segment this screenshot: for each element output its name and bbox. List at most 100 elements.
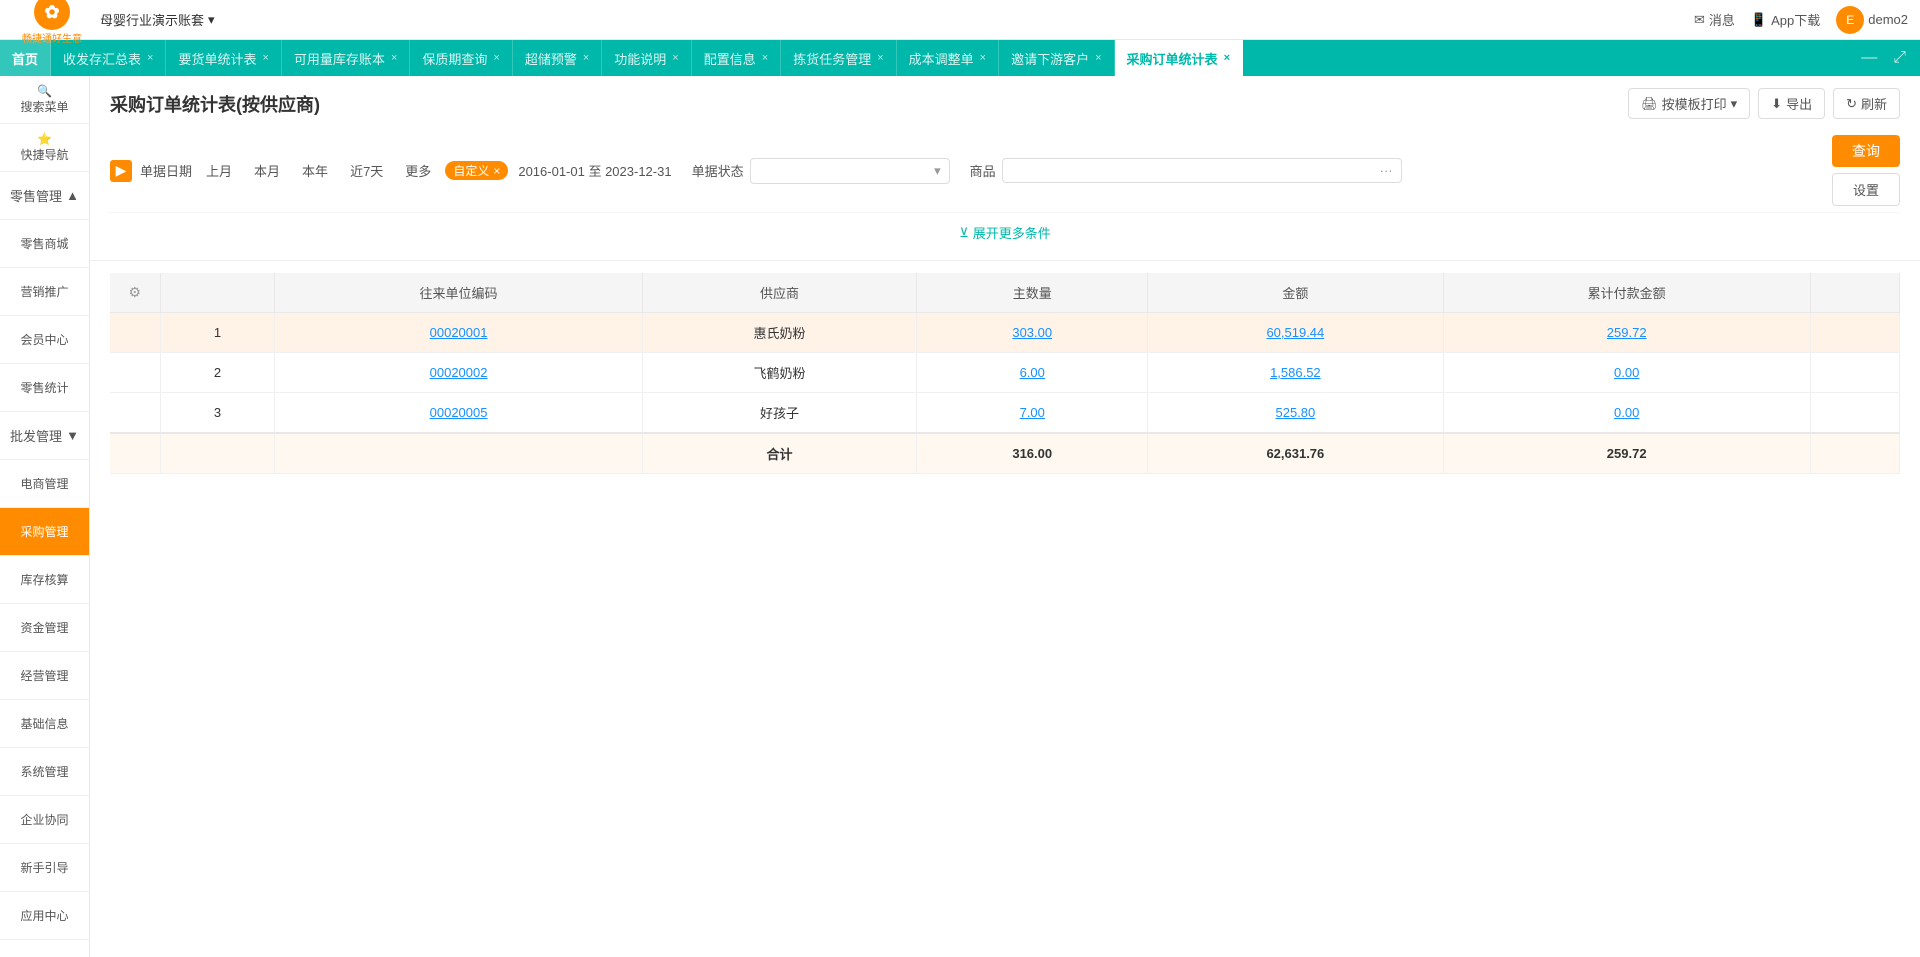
sidebar-item-ecommerce[interactable]: 电商管理 bbox=[0, 460, 89, 508]
close-tab-function-desc[interactable]: × bbox=[672, 52, 678, 64]
shortcut-this-month[interactable]: 本月 bbox=[246, 159, 288, 182]
workspace-label: 母婴行业演示账套 bbox=[100, 10, 204, 29]
cell-amount-1[interactable]: 60,519.44 bbox=[1148, 313, 1443, 353]
sidebar-item-batch-mgmt[interactable]: 批发管理 ▼ bbox=[0, 412, 89, 460]
print-btn[interactable]: 🖨 按模板打印 ▾ bbox=[1628, 88, 1750, 119]
close-tab-cost-adjust[interactable]: × bbox=[980, 52, 986, 64]
refresh-btn[interactable]: ↻ 刷新 bbox=[1833, 88, 1900, 119]
cell-main-qty-2[interactable]: 6.00 bbox=[917, 353, 1148, 393]
sidebar-item-new-guide[interactable]: 新手引导 bbox=[0, 844, 89, 892]
sidebar-item-enterprise-wechat[interactable]: 企业微信 bbox=[0, 940, 89, 957]
tab-purchase-stats-label: 采购订单统计表 bbox=[1127, 49, 1218, 68]
query-btn[interactable]: 查询 bbox=[1832, 135, 1900, 167]
filter-date-item: 单据日期 上月 本月 本年 近7天 更多 自定义 × 2016-01-01 至 … bbox=[140, 159, 672, 182]
sidebar-item-system-mgmt-label: 系统管理 bbox=[20, 763, 68, 780]
close-tab-overstock[interactable]: × bbox=[583, 52, 589, 64]
sidebar-item-retail-shop[interactable]: 零售商城 bbox=[0, 220, 89, 268]
logo-area: ✿ 畅捷通好生意 bbox=[12, 0, 92, 45]
sidebar-item-purchase-mgmt[interactable]: 采购管理 bbox=[0, 508, 89, 556]
sidebar-item-quick-nav[interactable]: ⭐ 快捷导航 bbox=[0, 124, 89, 172]
sidebar-item-inventory[interactable]: 库存核算 bbox=[0, 556, 89, 604]
cell-amount-2[interactable]: 1,586.52 bbox=[1148, 353, 1443, 393]
col-gear: ⚙ bbox=[110, 273, 160, 313]
shortcut-7-days[interactable]: 近7天 bbox=[342, 159, 391, 182]
gear-icon[interactable]: ⚙ bbox=[128, 284, 141, 300]
footer-cell-index bbox=[160, 433, 275, 474]
close-tab-purchase-stats[interactable]: × bbox=[1224, 52, 1230, 64]
custom-tag-close-icon[interactable]: × bbox=[493, 164, 500, 178]
sidebar-item-finance-label: 资金管理 bbox=[20, 619, 68, 636]
tab-available-stock[interactable]: 可用量库存账本 × bbox=[282, 40, 410, 76]
close-tab-pick-task[interactable]: × bbox=[877, 52, 883, 64]
cell-unit-code-2[interactable]: 00020002 bbox=[275, 353, 642, 393]
cell-cum-payment-1[interactable]: 259.72 bbox=[1443, 313, 1810, 353]
status-select[interactable]: ▾ bbox=[750, 158, 950, 184]
goods-input[interactable]: ··· bbox=[1002, 158, 1402, 183]
expand-more-btn[interactable]: ⊻ 展开更多条件 bbox=[959, 219, 1051, 246]
close-tab-warranty[interactable]: × bbox=[493, 52, 499, 64]
tab-invite-downstream[interactable]: 邀请下游客户 × bbox=[999, 40, 1114, 76]
tab-config-info[interactable]: 配置信息 × bbox=[692, 40, 781, 76]
sidebar-item-retail-mgmt[interactable]: 零售管理 ▲ bbox=[0, 172, 89, 220]
workspace-selector[interactable]: 母婴行业演示账套 ▾ bbox=[100, 10, 215, 29]
tab-pick-task[interactable]: 拣货任务管理 × bbox=[781, 40, 896, 76]
sidebar-item-retail-stats-label: 零售统计 bbox=[20, 379, 68, 396]
cell-cum-payment-2[interactable]: 0.00 bbox=[1443, 353, 1810, 393]
cell-cum-payment-3[interactable]: 0.00 bbox=[1443, 393, 1810, 434]
print-label: 按模板打印 bbox=[1662, 94, 1727, 113]
app-download-btn[interactable]: 📱 App下载 bbox=[1751, 10, 1820, 29]
footer-main-qty: 316.00 bbox=[917, 433, 1148, 474]
close-tab-goods-stats[interactable]: × bbox=[262, 52, 268, 64]
shortcut-this-year[interactable]: 本年 bbox=[294, 159, 336, 182]
tab-goods-stats-label: 要货单统计表 bbox=[178, 49, 256, 68]
top-bar: ✿ 畅捷通好生意 母婴行业演示账套 ▾ ✉ 消息 📱 App下载 E demo2 bbox=[0, 0, 1920, 40]
cell-unit-code-3[interactable]: 00020005 bbox=[275, 393, 642, 434]
tab-goods-stats[interactable]: 要货单统计表 × bbox=[166, 40, 281, 76]
footer-label: 合计 bbox=[642, 433, 917, 474]
table-row: 1 00020001 惠氏奶粉 303.00 60,519.44 259.72 bbox=[110, 313, 1900, 353]
tab-warranty[interactable]: 保质期查询 × bbox=[410, 40, 512, 76]
cell-amount-3[interactable]: 525.80 bbox=[1148, 393, 1443, 434]
message-btn[interactable]: ✉ 消息 bbox=[1694, 10, 1735, 29]
close-tab-available-stock[interactable]: × bbox=[391, 52, 397, 64]
table-footer-row: 合计 316.00 62,631.76 259.72 bbox=[110, 433, 1900, 474]
goods-more-icon[interactable]: ··· bbox=[1380, 163, 1393, 178]
sidebar-item-mkt-promo[interactable]: 营销推广 bbox=[0, 268, 89, 316]
sidebar-item-member-center[interactable]: 会员中心 bbox=[0, 316, 89, 364]
shortcut-last-month[interactable]: 上月 bbox=[198, 159, 240, 182]
nav-maximize-btn[interactable]: ⤢ bbox=[1887, 47, 1912, 69]
sidebar-item-system-mgmt[interactable]: 系统管理 bbox=[0, 748, 89, 796]
sidebar-item-search[interactable]: 🔍 搜索菜单 bbox=[0, 76, 89, 124]
tab-purchase-stats[interactable]: 采购订单统计表 × bbox=[1115, 40, 1243, 76]
close-tab-invite-downstream[interactable]: × bbox=[1095, 52, 1101, 64]
cell-gear-1 bbox=[110, 313, 160, 353]
tab-cost-adjust[interactable]: 成本调整单 × bbox=[897, 40, 999, 76]
refresh-icon: ↻ bbox=[1846, 96, 1857, 112]
tab-receive-summary[interactable]: 收发存汇总表 × bbox=[51, 40, 166, 76]
sidebar-item-app-center[interactable]: 应用中心 bbox=[0, 892, 89, 940]
cell-main-qty-1[interactable]: 303.00 bbox=[917, 313, 1148, 353]
sidebar-item-retail-stats[interactable]: 零售统计 bbox=[0, 364, 89, 412]
retail-mgmt-arrow-icon: ▲ bbox=[66, 188, 79, 203]
user-area[interactable]: E demo2 bbox=[1836, 6, 1908, 34]
sidebar-item-finance[interactable]: 资金管理 bbox=[0, 604, 89, 652]
cell-unit-code-1[interactable]: 00020001 bbox=[275, 313, 642, 353]
nav-minimize-btn[interactable]: — bbox=[1855, 47, 1883, 69]
cell-supplier-3: 好孩子 bbox=[642, 393, 917, 434]
close-tab-receive-summary[interactable]: × bbox=[147, 52, 153, 64]
app-download-label: App下载 bbox=[1771, 10, 1820, 29]
cell-main-qty-3[interactable]: 7.00 bbox=[917, 393, 1148, 434]
tab-home[interactable]: 首页 bbox=[0, 40, 51, 76]
filter-toggle-btn[interactable]: ▶ bbox=[110, 160, 132, 182]
shortcut-more[interactable]: 更多 bbox=[397, 159, 439, 182]
export-btn[interactable]: ⬇ 导出 bbox=[1758, 88, 1825, 119]
sidebar-item-enterprise[interactable]: 企业协同 bbox=[0, 796, 89, 844]
tab-overstock[interactable]: 超储预警 × bbox=[513, 40, 602, 76]
custom-date-tag[interactable]: 自定义 × bbox=[445, 161, 508, 180]
sidebar-item-basic-info[interactable]: 基础信息 bbox=[0, 700, 89, 748]
footer-cell-unit-code bbox=[275, 433, 642, 474]
tab-function-desc[interactable]: 功能说明 × bbox=[602, 40, 691, 76]
settings-btn[interactable]: 设置 bbox=[1832, 173, 1900, 206]
sidebar-item-ops-mgmt[interactable]: 经营管理 bbox=[0, 652, 89, 700]
close-tab-config-info[interactable]: × bbox=[762, 52, 768, 64]
